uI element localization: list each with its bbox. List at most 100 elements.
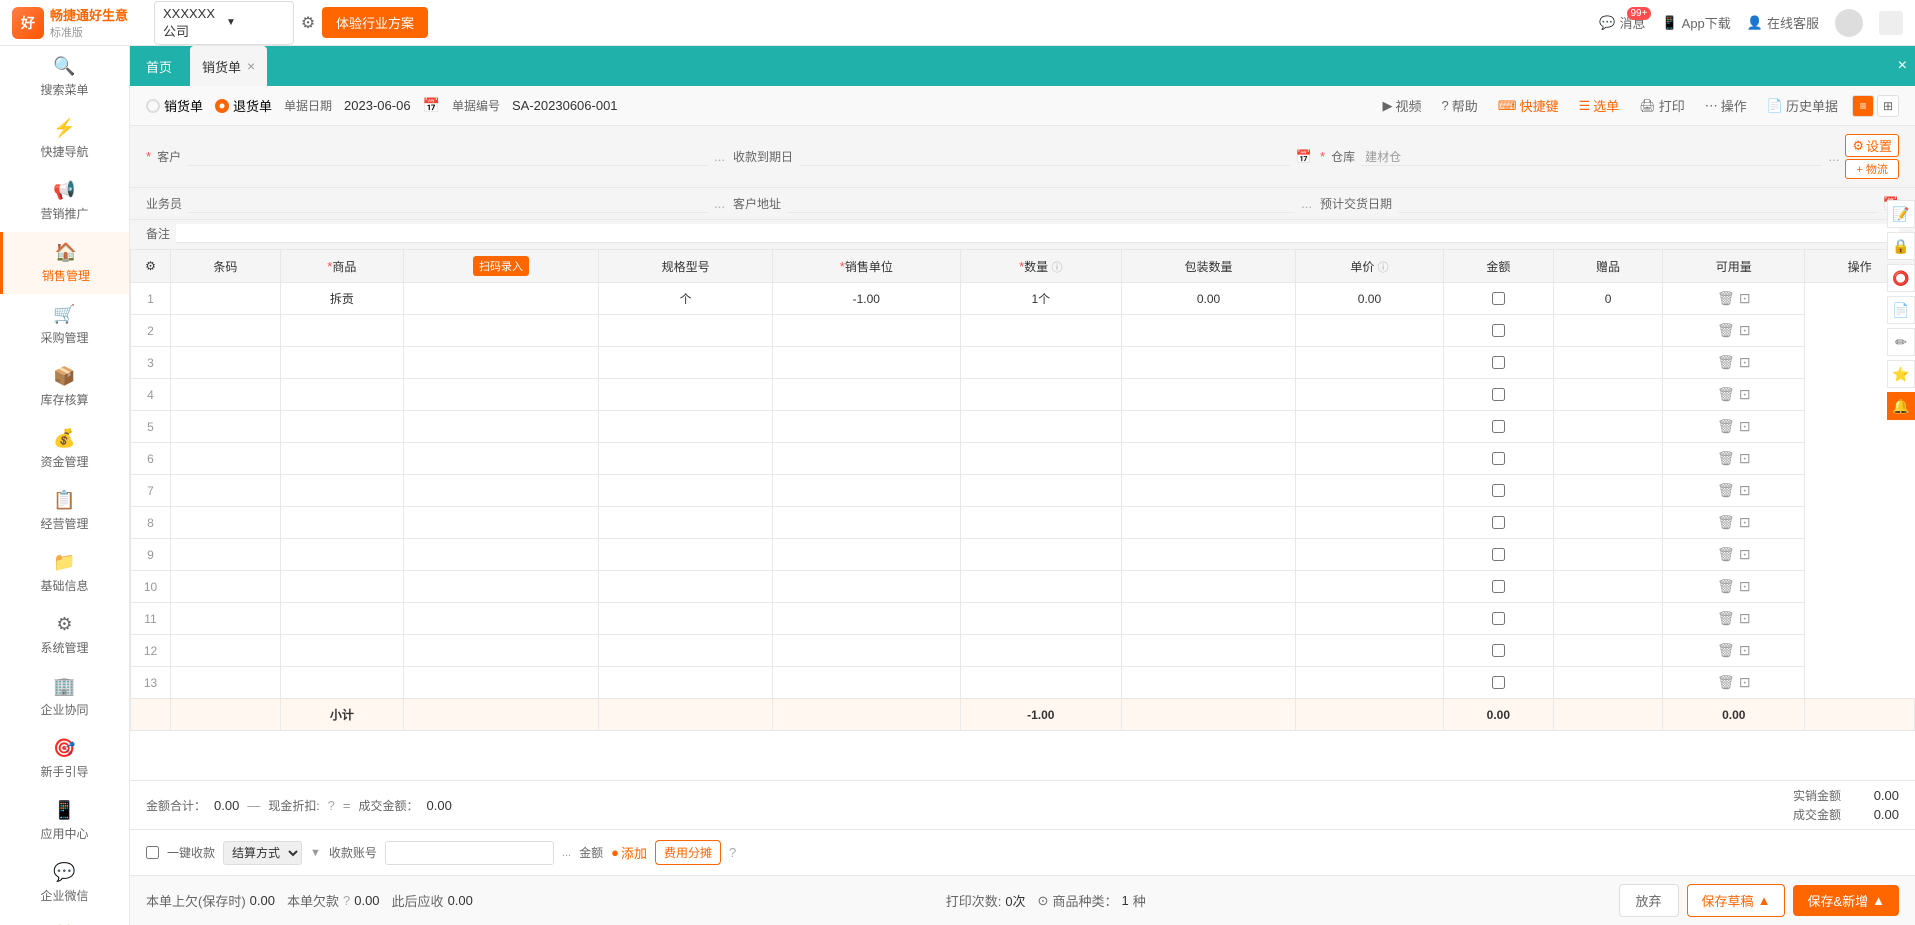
row-unit-price[interactable] — [1122, 347, 1296, 379]
row-spec[interactable] — [403, 571, 598, 603]
sidebar-item-member[interactable]: 👑 畅会员 — [0, 914, 129, 925]
delete-row-button[interactable]: 🗑 — [1717, 386, 1735, 403]
row-pkg-qty[interactable] — [960, 571, 1122, 603]
row-spec[interactable] — [403, 539, 598, 571]
row-gift[interactable] — [1444, 283, 1554, 315]
copy-row-button[interactable]: ⊡ — [1739, 642, 1751, 659]
delete-row-button[interactable]: 🗑 — [1717, 418, 1735, 435]
salesperson-more-icon[interactable]: ... — [714, 196, 725, 211]
row-spec[interactable] — [403, 475, 598, 507]
sidebar-item-system[interactable]: ⚙ 系统管理 — [0, 604, 129, 666]
row-pkg-qty[interactable] — [960, 539, 1122, 571]
settings-icon[interactable]: ⚙ — [294, 9, 322, 37]
sidebar-item-search[interactable]: 🔍 搜索菜单 — [0, 46, 129, 108]
row-spec[interactable] — [403, 667, 598, 699]
copy-row-button[interactable]: ⊡ — [1739, 674, 1751, 691]
row-unit[interactable]: 个 — [599, 283, 773, 315]
row-gift[interactable] — [1444, 347, 1554, 379]
history-btn[interactable]: 📄 历史单据 — [1761, 94, 1844, 117]
row-unit[interactable] — [599, 347, 773, 379]
customer-input[interactable] — [187, 147, 708, 166]
gift-checkbox[interactable] — [1492, 612, 1505, 625]
row-amount[interactable] — [1295, 443, 1443, 475]
row-product[interactable] — [280, 667, 403, 699]
sale-radio[interactable]: 销货单 — [146, 96, 203, 115]
row-amount[interactable] — [1295, 475, 1443, 507]
row-product[interactable] — [280, 411, 403, 443]
row-unit-price[interactable] — [1122, 443, 1296, 475]
row-amount[interactable] — [1295, 347, 1443, 379]
sidebar-item-enterprise[interactable]: 🏢 企业协同 — [0, 666, 129, 728]
select-btn[interactable]: ☰ 选单 — [1573, 94, 1626, 117]
row-unit[interactable] — [599, 475, 773, 507]
sidebar-item-purchase[interactable]: 🛒 采购管理 — [0, 294, 129, 356]
online-service-button[interactable]: 👤 在线客服 — [1747, 13, 1819, 32]
account-more-icon[interactable]: ... — [562, 847, 571, 859]
row-spec[interactable] — [403, 379, 598, 411]
row-barcode[interactable] — [171, 603, 281, 635]
delete-row-button[interactable]: 🗑 — [1717, 578, 1735, 595]
expense-split-button[interactable]: 费用分摊 — [655, 840, 721, 865]
row-qty[interactable] — [773, 507, 960, 539]
row-qty[interactable] — [773, 379, 960, 411]
sidebar-item-finance[interactable]: 💰 资金管理 — [0, 418, 129, 480]
row-qty[interactable] — [773, 475, 960, 507]
gift-checkbox[interactable] — [1492, 292, 1505, 305]
settings-button[interactable]: ⚙ 设置 — [1845, 134, 1899, 157]
add-button[interactable]: ● 添加 — [611, 843, 647, 862]
row-gift[interactable] — [1444, 667, 1554, 699]
float-star-btn[interactable]: ⭐ — [1887, 360, 1915, 388]
row-pkg-qty[interactable] — [960, 379, 1122, 411]
tab-bar-close-button[interactable]: × — [1898, 57, 1907, 75]
return-radio[interactable]: 退货单 — [215, 96, 272, 115]
row-amount[interactable] — [1295, 635, 1443, 667]
row-gift[interactable] — [1444, 507, 1554, 539]
row-unit[interactable] — [599, 315, 773, 347]
sidebar-item-marketing[interactable]: 📢 营销推广 — [0, 170, 129, 232]
copy-row-button[interactable]: ⊡ — [1739, 418, 1751, 435]
scan-button[interactable]: 扫码录入 — [473, 256, 529, 276]
copy-row-button[interactable]: ⊡ — [1739, 290, 1751, 307]
video-btn[interactable]: ▶ 视频 — [1377, 94, 1428, 117]
float-edit-btn[interactable]: ✏ — [1887, 328, 1915, 356]
row-unit-price[interactable] — [1122, 635, 1296, 667]
row-gift[interactable] — [1444, 315, 1554, 347]
row-amount[interactable] — [1295, 315, 1443, 347]
logistics-button[interactable]: + 物流 — [1845, 159, 1899, 179]
row-qty[interactable] — [773, 347, 960, 379]
row-amount[interactable]: 0.00 — [1295, 283, 1443, 315]
copy-row-button[interactable]: ⊡ — [1739, 514, 1751, 531]
row-gift[interactable] — [1444, 603, 1554, 635]
account-input[interactable] — [385, 841, 554, 865]
row-product[interactable] — [280, 475, 403, 507]
row-spec[interactable] — [403, 283, 598, 315]
row-amount[interactable] — [1295, 667, 1443, 699]
due-date-calendar-icon[interactable]: 📅 — [1296, 149, 1312, 165]
row-gift[interactable] — [1444, 411, 1554, 443]
row-qty[interactable] — [773, 315, 960, 347]
app-download-button[interactable]: 📱 App下载 — [1661, 13, 1730, 32]
row-spec[interactable] — [403, 315, 598, 347]
row-spec[interactable] — [403, 347, 598, 379]
sidebar-item-basics[interactable]: 📁 基础信息 — [0, 542, 129, 604]
remarks-input[interactable] — [176, 224, 1899, 243]
copy-row-button[interactable]: ⊡ — [1739, 610, 1751, 627]
row-spec[interactable] — [403, 507, 598, 539]
row-pkg-qty[interactable] — [960, 315, 1122, 347]
row-product[interactable] — [280, 507, 403, 539]
row-qty[interactable] — [773, 443, 960, 475]
gift-checkbox[interactable] — [1492, 516, 1505, 529]
grid-view-button[interactable]: ≡ — [1852, 95, 1874, 117]
row-product[interactable]: 拆贡 — [280, 283, 403, 315]
row-gift[interactable] — [1444, 379, 1554, 411]
row-barcode[interactable] — [171, 443, 281, 475]
row-unit[interactable] — [599, 507, 773, 539]
row-product[interactable] — [280, 347, 403, 379]
company-selector[interactable]: XXXXXX公司 ▼ — [154, 1, 294, 45]
gift-checkbox[interactable] — [1492, 388, 1505, 401]
delete-row-button[interactable]: 🗑 — [1717, 546, 1735, 563]
save-draft-button[interactable]: 保存草稿 ▲ — [1687, 884, 1786, 917]
row-qty[interactable]: -1.00 — [773, 283, 960, 315]
gift-checkbox[interactable] — [1492, 420, 1505, 433]
sidebar-item-wechat[interactable]: 💬 企业微信 — [0, 852, 129, 914]
